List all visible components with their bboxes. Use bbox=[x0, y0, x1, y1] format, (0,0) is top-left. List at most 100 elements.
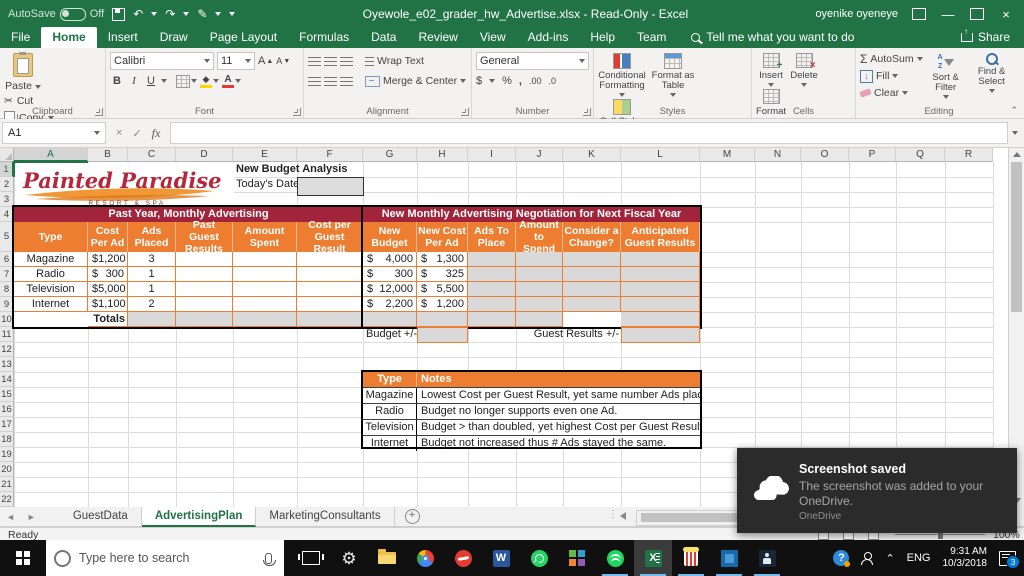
cell-L11-guest-result[interactable] bbox=[621, 327, 700, 343]
t1-ads-Television[interactable]: 1 bbox=[128, 282, 176, 297]
sheet-nav-left-icon[interactable]: ◄ bbox=[0, 512, 21, 522]
t2-consider-2[interactable] bbox=[563, 282, 621, 297]
taskbar-clock[interactable]: 9:31 AM 10/3/2018 bbox=[943, 546, 988, 570]
close-button[interactable]: × bbox=[998, 8, 1014, 21]
t1-past-guest-Television[interactable] bbox=[176, 282, 233, 297]
tab-view[interactable]: View bbox=[469, 27, 517, 48]
t2-totals-c0[interactable] bbox=[363, 312, 417, 327]
cell-E2-date-label[interactable]: Today's Date bbox=[236, 177, 299, 192]
t1-amount-Radio[interactable] bbox=[233, 267, 297, 282]
column-header-R[interactable]: R bbox=[945, 148, 993, 162]
t2-adsplace-2[interactable] bbox=[468, 282, 516, 297]
clear-button[interactable]: Clear bbox=[859, 85, 923, 101]
tray-overflow-icon[interactable]: ⌃ bbox=[885, 552, 894, 565]
t1-amount-Internet[interactable] bbox=[233, 297, 297, 312]
find-select-button[interactable]: Find & Select bbox=[969, 51, 1015, 99]
help-tray-icon[interactable]: ? bbox=[833, 550, 851, 567]
merge-center-button[interactable]: Merge & Center bbox=[365, 71, 467, 91]
t2-consider-3[interactable] bbox=[563, 297, 621, 312]
underline-dropdown-icon[interactable] bbox=[161, 79, 167, 83]
row-header-14[interactable]: 14 bbox=[0, 372, 14, 387]
column-header-G[interactable]: G bbox=[363, 148, 417, 162]
t2-budget-2[interactable]: $12,000 bbox=[363, 282, 417, 297]
column-header-M[interactable]: M bbox=[700, 148, 755, 162]
note-text-Internet[interactable]: Budget not increased thus # Ads stayed t… bbox=[417, 436, 700, 451]
accounting-format-button[interactable]: $ bbox=[476, 75, 482, 87]
accounting-dropdown-icon[interactable] bbox=[489, 79, 496, 83]
font-name-select[interactable]: Calibri bbox=[110, 52, 214, 70]
autosum-button[interactable]: Σ AutoSum bbox=[860, 51, 923, 67]
t1-cost-Television[interactable]: $5,000 bbox=[88, 282, 128, 297]
align-bottom-icon[interactable] bbox=[340, 56, 353, 66]
decrease-decimal-button[interactable]: .0 bbox=[548, 76, 556, 86]
row-header-21[interactable]: 21 bbox=[0, 477, 14, 492]
column-header-D[interactable]: D bbox=[176, 148, 233, 162]
align-top-icon[interactable] bbox=[308, 56, 321, 66]
insert-function-icon[interactable]: fx bbox=[152, 126, 161, 141]
t2-anticipated-2[interactable] bbox=[621, 282, 700, 297]
grow-font-button[interactable]: A ▲ bbox=[258, 53, 273, 69]
t1-totals-c2[interactable] bbox=[128, 312, 176, 327]
tab-data[interactable]: Data bbox=[360, 27, 407, 48]
photos-icon[interactable] bbox=[558, 540, 596, 576]
collapse-ribbon-icon[interactable]: ⌃ bbox=[1010, 105, 1018, 116]
comma-style-button[interactable]: , bbox=[519, 75, 522, 87]
ribbon-display-options-icon[interactable] bbox=[912, 8, 926, 20]
settings-icon[interactable]: ⚙ bbox=[330, 540, 368, 576]
new-sheet-button[interactable]: + bbox=[404, 509, 420, 524]
tab-draw[interactable]: Draw bbox=[149, 27, 199, 48]
column-header-H[interactable]: H bbox=[417, 148, 468, 162]
pen-dropdown-icon[interactable] bbox=[215, 12, 222, 16]
autosave-toggle[interactable]: AutoSave Off bbox=[8, 7, 104, 21]
column-header-L[interactable]: L bbox=[621, 148, 700, 162]
conditional-formatting-button[interactable]: Conditional Formatting bbox=[598, 51, 646, 97]
t1-type-Television[interactable]: Television bbox=[14, 282, 88, 297]
restore-button[interactable] bbox=[970, 8, 984, 20]
table-past-year[interactable]: Past Year, Monthly Advertising Type Cost P… bbox=[12, 205, 365, 329]
row-header-18[interactable]: 18 bbox=[0, 432, 14, 447]
alignment-dialog-launcher[interactable] bbox=[461, 108, 469, 116]
column-header-J[interactable]: J bbox=[516, 148, 563, 162]
row-header-12[interactable]: 12 bbox=[0, 342, 14, 357]
cell-G11-budget-label[interactable]: Budget +/- bbox=[366, 327, 417, 342]
t1-cpg-Internet[interactable] bbox=[297, 297, 363, 312]
row-header-16[interactable]: 16 bbox=[0, 402, 14, 417]
t2-consider-1[interactable] bbox=[563, 267, 621, 282]
t1-past-guest-Magazine[interactable] bbox=[176, 252, 233, 267]
whatsapp-icon[interactable] bbox=[520, 540, 558, 576]
t1-blank-A10[interactable] bbox=[14, 312, 88, 327]
t2-consider-0[interactable] bbox=[563, 252, 621, 267]
sheet-tab-MarketingConsultants[interactable]: MarketingConsultants bbox=[256, 506, 395, 527]
t2-budget-3[interactable]: $2,200 bbox=[363, 297, 417, 312]
t2-budget-0[interactable]: $4,000 bbox=[363, 252, 417, 267]
file-explorer-icon[interactable] bbox=[368, 540, 406, 576]
column-header-Q[interactable]: Q bbox=[896, 148, 945, 162]
increase-decimal-button[interactable]: .00 bbox=[529, 76, 542, 86]
t1-cost-Magazine[interactable]: $1,200 bbox=[88, 252, 128, 267]
italic-button[interactable]: I bbox=[127, 73, 141, 89]
borders-button[interactable] bbox=[176, 73, 197, 89]
row-header-19[interactable]: 19 bbox=[0, 447, 14, 462]
t2-cost-1[interactable]: $325 bbox=[417, 267, 468, 282]
popcorn-icon[interactable] bbox=[672, 540, 710, 576]
notes-row-Radio[interactable]: Radio Budget no longer supports even one … bbox=[363, 403, 700, 419]
cell-E1-budget-title[interactable]: New Budget Analysis bbox=[236, 162, 347, 177]
tab-home[interactable]: Home bbox=[41, 27, 97, 48]
column-header-O[interactable]: O bbox=[801, 148, 849, 162]
language-indicator[interactable]: ENG bbox=[907, 552, 931, 564]
sheet-tab-AdvertisingPlan[interactable]: AdvertisingPlan bbox=[141, 506, 257, 527]
format-cells-button[interactable]: Format bbox=[756, 87, 786, 123]
note-text-Magazine[interactable]: Lowest Cost per Guest Result, yet same n… bbox=[417, 388, 700, 403]
t1-cpg-Television[interactable] bbox=[297, 282, 363, 297]
t2-totals-c3[interactable] bbox=[516, 312, 563, 327]
bold-button[interactable]: B bbox=[110, 73, 124, 89]
t1-past-guest-Radio[interactable] bbox=[176, 267, 233, 282]
t2-adsplace-0[interactable] bbox=[468, 252, 516, 267]
tab-add-ins[interactable]: Add-ins bbox=[517, 27, 580, 48]
confirm-entry-icon[interactable]: ✓ bbox=[132, 127, 141, 140]
percent-style-button[interactable]: % bbox=[502, 75, 512, 87]
clipboard-dialog-launcher[interactable] bbox=[95, 108, 103, 116]
sheet-tab-GuestData[interactable]: GuestData bbox=[60, 506, 142, 527]
cancel-entry-icon[interactable]: × bbox=[116, 127, 122, 139]
t2-cost-3[interactable]: $1,200 bbox=[417, 297, 468, 312]
